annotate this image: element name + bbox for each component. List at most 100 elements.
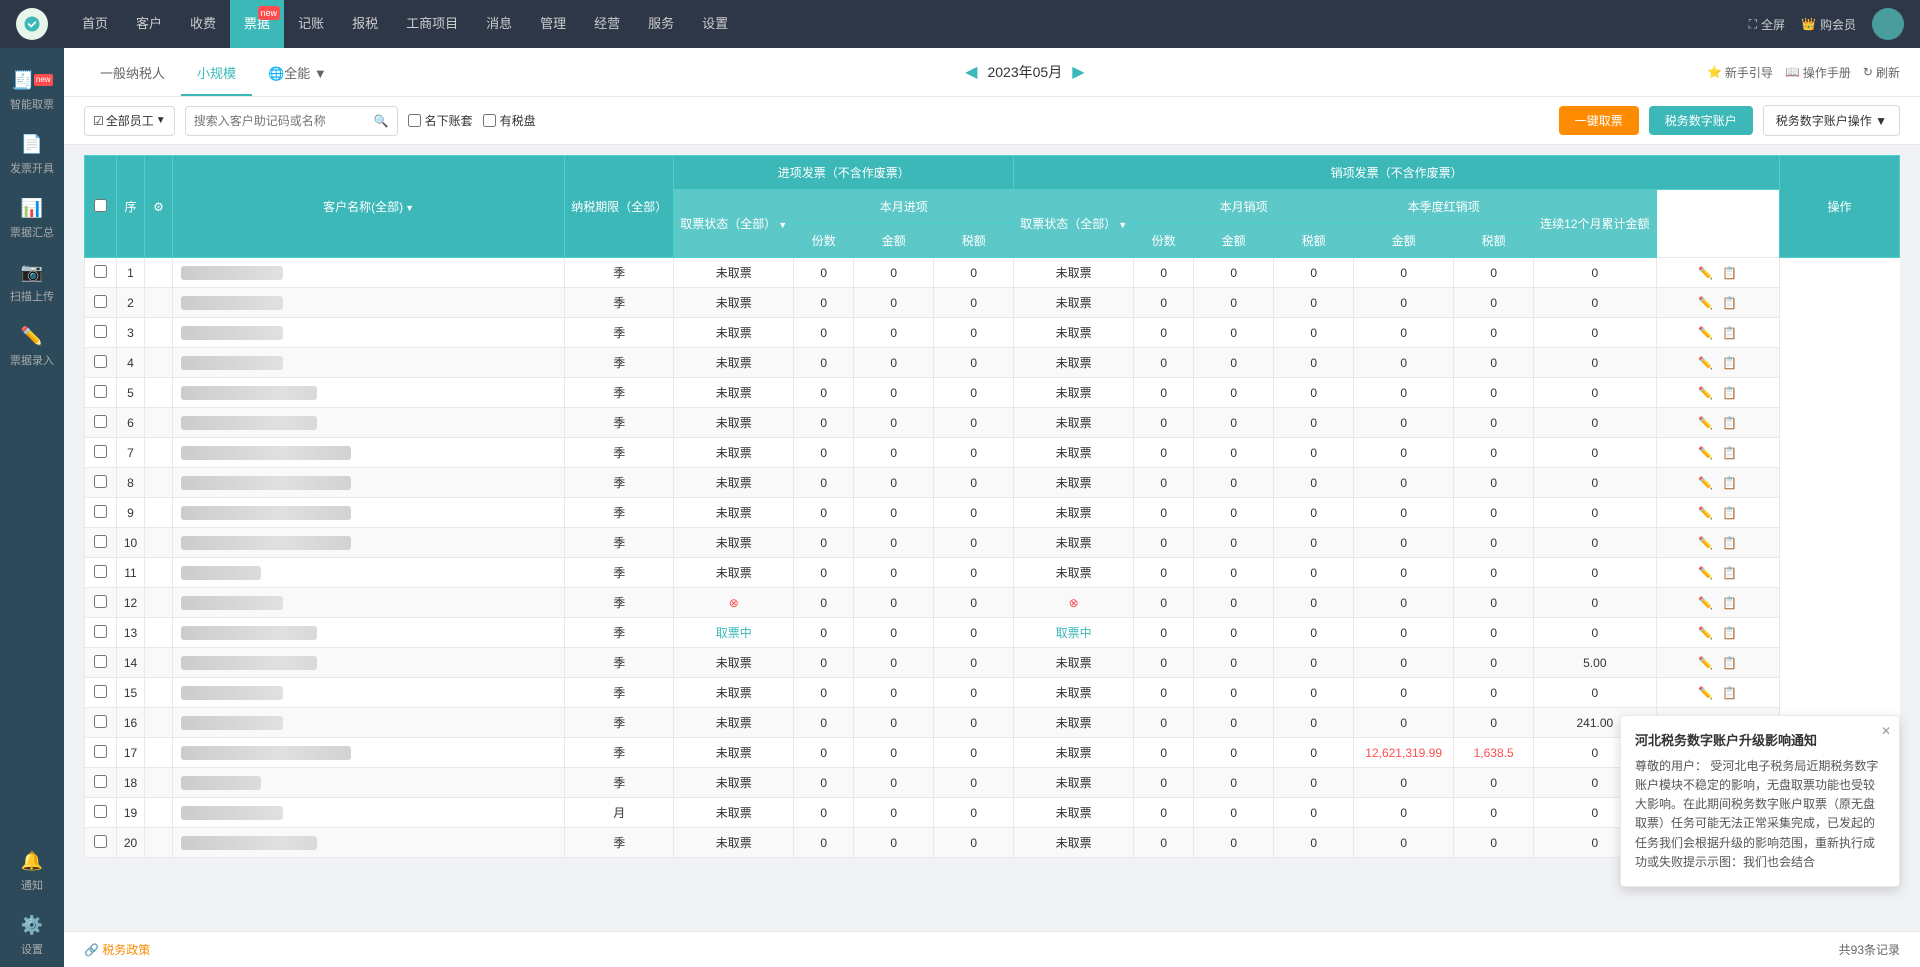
- row-checkbox-3[interactable]: [94, 355, 107, 368]
- select-all-checkbox[interactable]: [94, 199, 107, 212]
- table-row: 14 ████████████████ 季 未取票 0 0 0 未取票 0 0 …: [85, 648, 1900, 678]
- copy-btn-11[interactable]: 📋: [1722, 596, 1737, 610]
- sidebar-bottom-item-1[interactable]: ⚙️设置: [20, 903, 44, 967]
- nav-item-工商项目[interactable]: 工商项目: [392, 0, 472, 48]
- copy-btn-8[interactable]: 📋: [1722, 506, 1737, 520]
- row-checkbox-10[interactable]: [94, 565, 107, 578]
- red-amount: 0: [1400, 326, 1407, 340]
- row-checkbox-9[interactable]: [94, 535, 107, 548]
- nav-item-客户[interactable]: 客户: [122, 0, 176, 48]
- vip-btn[interactable]: 👑 购会员: [1801, 16, 1856, 33]
- row-checkbox-6[interactable]: [94, 445, 107, 458]
- account-checkbox-label[interactable]: 名下账套: [408, 112, 473, 129]
- manual-link[interactable]: 📖 操作手册: [1785, 64, 1851, 81]
- row-in-tax: 0: [934, 768, 1014, 798]
- row-checkbox-8[interactable]: [94, 505, 107, 518]
- edit-btn-5[interactable]: ✏️: [1698, 416, 1713, 430]
- row-checkbox-16[interactable]: [94, 745, 107, 758]
- copy-btn-6[interactable]: 📋: [1722, 446, 1737, 460]
- nav-item-设置[interactable]: 设置: [688, 0, 742, 48]
- edit-btn-10[interactable]: ✏️: [1698, 566, 1713, 580]
- row-actions: ✏️ 📋: [1656, 318, 1779, 348]
- nav-item-服务[interactable]: 服务: [634, 0, 688, 48]
- sidebar-item-2[interactable]: 📊票据汇总: [0, 186, 64, 250]
- edit-btn-1[interactable]: ✏️: [1698, 296, 1713, 310]
- nav-item-记账[interactable]: 记账: [284, 0, 338, 48]
- sub-nav-item-0[interactable]: 一般纳税人: [84, 63, 181, 96]
- row-checkbox-2[interactable]: [94, 325, 107, 338]
- copy-btn-7[interactable]: 📋: [1722, 476, 1737, 490]
- edit-btn-9[interactable]: ✏️: [1698, 536, 1713, 550]
- edit-btn-7[interactable]: ✏️: [1698, 476, 1713, 490]
- next-month-btn[interactable]: ▶: [1072, 62, 1084, 82]
- edit-btn-3[interactable]: ✏️: [1698, 356, 1713, 370]
- copy-btn-0[interactable]: 📋: [1722, 266, 1737, 280]
- row-checkbox-18[interactable]: [94, 805, 107, 818]
- row-in-tax: 0: [934, 348, 1014, 378]
- copy-btn-10[interactable]: 📋: [1722, 566, 1737, 580]
- copy-btn-9[interactable]: 📋: [1722, 536, 1737, 550]
- fullscreen-btn[interactable]: ⛶ 全屏: [1749, 16, 1785, 33]
- close-notification-btn[interactable]: ✕: [1881, 724, 1891, 738]
- sidebar-item-1[interactable]: 📄发票开具: [0, 122, 64, 186]
- row-checkbox-0[interactable]: [94, 265, 107, 278]
- nav-item-票据[interactable]: 票据new: [230, 0, 284, 48]
- sub-nav-item-1[interactable]: 小规模: [181, 63, 252, 96]
- edit-btn-12[interactable]: ✏️: [1698, 626, 1713, 640]
- row-red-tax: 0: [1454, 768, 1534, 798]
- copy-btn-2[interactable]: 📋: [1722, 326, 1737, 340]
- nav-item-首页[interactable]: 首页: [68, 0, 122, 48]
- status-normal: 未取票: [716, 836, 752, 850]
- row-checkbox-1[interactable]: [94, 295, 107, 308]
- search-icon[interactable]: 🔍: [366, 114, 397, 128]
- row-checkbox-19[interactable]: [94, 835, 107, 848]
- sidebar-bottom-item-0[interactable]: 🔔通知: [20, 839, 44, 903]
- edit-btn-11[interactable]: ✏️: [1698, 596, 1713, 610]
- row-checkbox-17[interactable]: [94, 775, 107, 788]
- edit-btn-6[interactable]: ✏️: [1698, 446, 1713, 460]
- nav-item-报税[interactable]: 报税: [338, 0, 392, 48]
- row-checkbox-11[interactable]: [94, 595, 107, 608]
- refresh-btn[interactable]: ↻ 刷新: [1863, 64, 1900, 81]
- copy-btn-13[interactable]: 📋: [1722, 656, 1737, 670]
- copy-btn-3[interactable]: 📋: [1722, 356, 1737, 370]
- nav-item-消息[interactable]: 消息: [472, 0, 526, 48]
- sub-nav-item-2[interactable]: 🌐全能 ▼: [252, 63, 343, 96]
- edit-btn-0[interactable]: ✏️: [1698, 266, 1713, 280]
- copy-btn-4[interactable]: 📋: [1722, 386, 1737, 400]
- copy-btn-5[interactable]: 📋: [1722, 416, 1737, 430]
- edit-btn-13[interactable]: ✏️: [1698, 656, 1713, 670]
- edit-btn-4[interactable]: ✏️: [1698, 386, 1713, 400]
- copy-btn-14[interactable]: 📋: [1722, 686, 1737, 700]
- client-search-input[interactable]: [186, 107, 366, 135]
- copy-btn-1[interactable]: 📋: [1722, 296, 1737, 310]
- prev-month-btn[interactable]: ◀: [965, 62, 977, 82]
- sidebar-item-3[interactable]: 📷扫描上传: [0, 250, 64, 314]
- sidebar-item-0[interactable]: 🧾new智能取票: [0, 58, 64, 122]
- row-checkbox-7[interactable]: [94, 475, 107, 488]
- row-checkbox-12[interactable]: [94, 625, 107, 638]
- employee-select[interactable]: ☑ 全部员工 ▼: [84, 106, 175, 136]
- tax-policy-link[interactable]: 🔗 税务政策: [84, 941, 150, 958]
- edit-btn-8[interactable]: ✏️: [1698, 506, 1713, 520]
- tax-disk-checkbox[interactable]: [483, 114, 496, 127]
- row-checkbox-4[interactable]: [94, 385, 107, 398]
- edit-btn-14[interactable]: ✏️: [1698, 686, 1713, 700]
- tax-disk-checkbox-label[interactable]: 有税盘: [483, 112, 536, 129]
- edit-btn-2[interactable]: ✏️: [1698, 326, 1713, 340]
- row-checkbox-14[interactable]: [94, 685, 107, 698]
- avatar[interactable]: [1872, 8, 1904, 40]
- row-checkbox-5[interactable]: [94, 415, 107, 428]
- row-checkbox-13[interactable]: [94, 655, 107, 668]
- account-checkbox[interactable]: [408, 114, 421, 127]
- nav-item-管理[interactable]: 管理: [526, 0, 580, 48]
- nav-item-收费[interactable]: 收费: [176, 0, 230, 48]
- new-guide-link[interactable]: ⭐ 新手引导: [1707, 64, 1773, 81]
- copy-btn-12[interactable]: 📋: [1722, 626, 1737, 640]
- sidebar-item-4[interactable]: ✏️票据录入: [0, 314, 64, 378]
- tax-digital-account-op-btn[interactable]: 税务数字账户操作 ▼: [1763, 105, 1900, 136]
- nav-item-经营[interactable]: 经营: [580, 0, 634, 48]
- row-checkbox-15[interactable]: [94, 715, 107, 728]
- tax-digital-account-btn[interactable]: 税务数字账户: [1649, 106, 1753, 135]
- one-click-ticket-btn[interactable]: 一键取票: [1559, 106, 1639, 135]
